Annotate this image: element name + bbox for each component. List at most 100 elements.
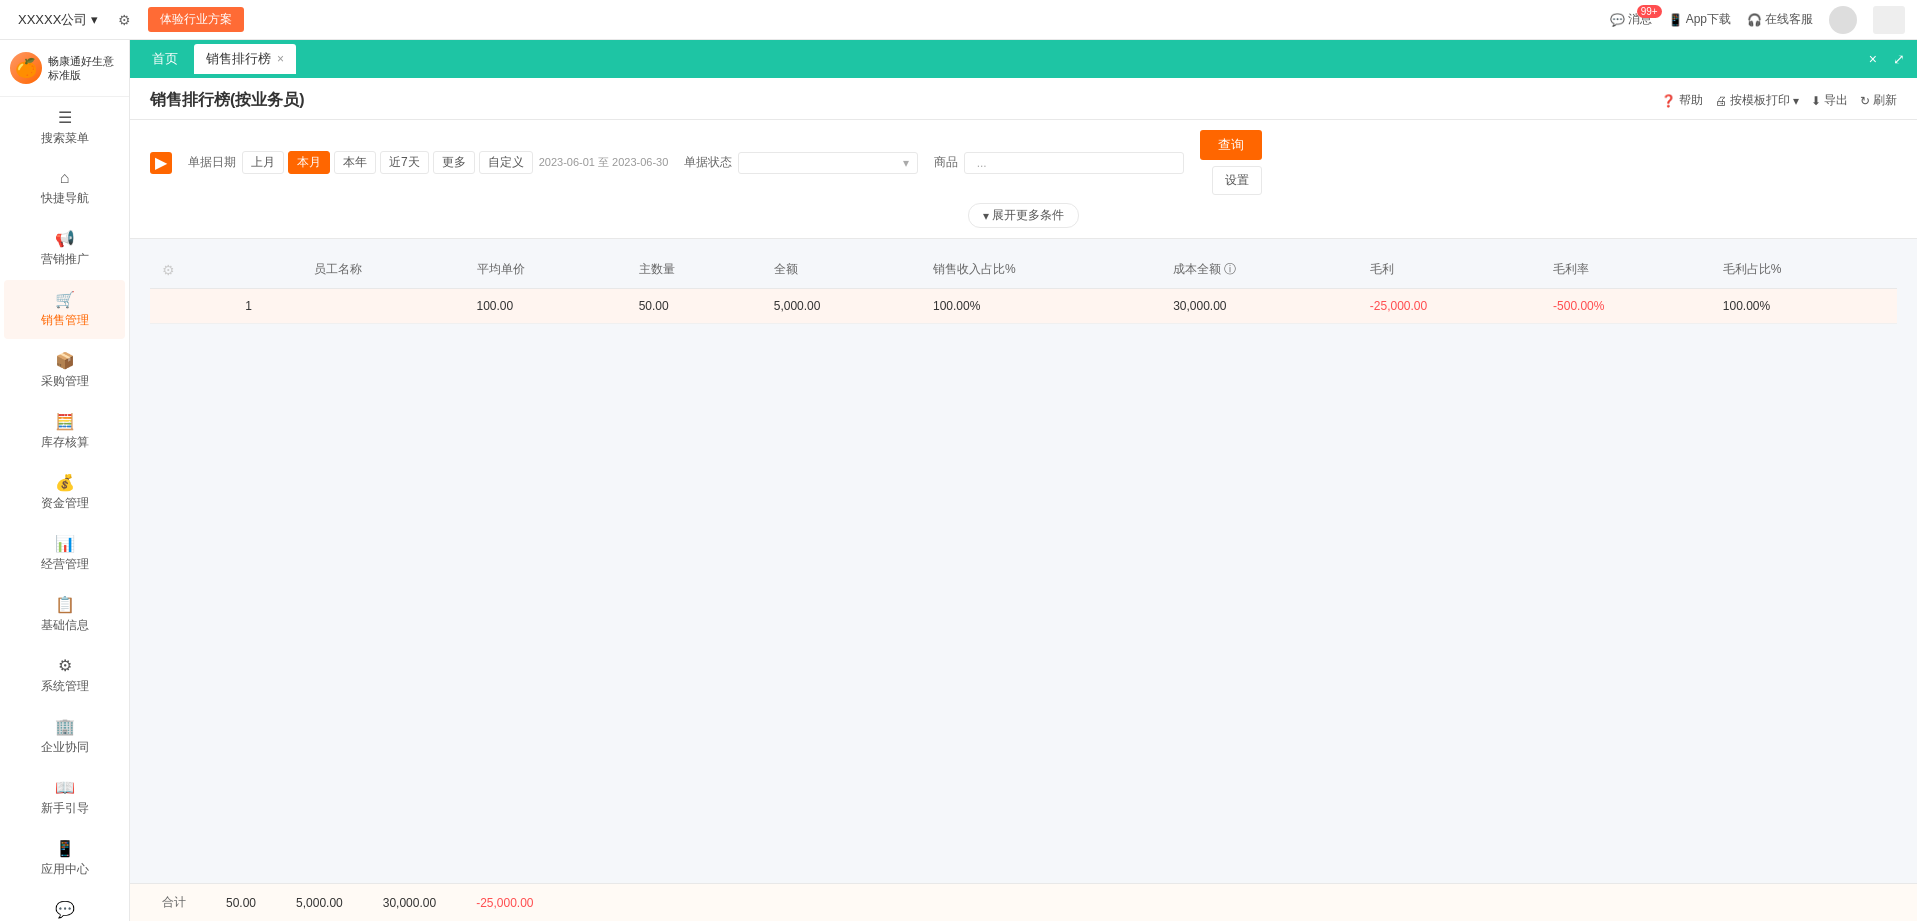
window-close-icon[interactable]: × (1865, 49, 1881, 69)
tab-close-icon[interactable]: × (277, 52, 284, 66)
app-icon: 📱 (1668, 13, 1683, 27)
company-selector[interactable]: XXXXX公司 ▾ (12, 9, 104, 31)
export-button[interactable]: ⬇ 导出 (1811, 92, 1848, 109)
sidebar-item-label: 快捷导航 (41, 190, 89, 207)
cell-gross: -25,000.00 (1358, 289, 1541, 324)
message-badge: 99+ (1637, 5, 1662, 18)
filter-status-item: 单据状态 ▾ (684, 152, 918, 174)
goods-more-icon[interactable]: ... (977, 156, 987, 170)
page-title: 销售排行榜(按业务员) (150, 90, 305, 111)
search-menu-icon: ☰ (58, 108, 72, 127)
query-area: 查询 设置 (1200, 130, 1262, 195)
top-right-actions: 💬 消息 99+ 📱 App下载 🎧 在线客服 (1610, 6, 1905, 34)
sidebar-item-finance[interactable]: 💰 资金管理 (4, 463, 125, 522)
template-print-button[interactable]: 🖨 按模板打印 ▾ (1715, 92, 1799, 109)
app-download-label: App下载 (1686, 11, 1731, 28)
col-settings[interactable]: ⚙ (150, 251, 233, 289)
sidebar-item-sales[interactable]: 🛒 销售管理 (4, 280, 125, 339)
sidebar-item-shortcuts[interactable]: ⌂ 快捷导航 (4, 159, 125, 217)
date-btn-last-month[interactable]: 上月 (242, 151, 284, 174)
sidebar: 🍊 畅康通好生意 标准版 ☰ 搜索菜单 ⌂ 快捷导航 📢 营销推广 🛒 销售管理… (0, 40, 130, 921)
col-amount: 全额 (762, 251, 921, 289)
expand-conditions-button[interactable]: ▾ 展开更多条件 (968, 203, 1079, 228)
marketing-icon: 📢 (55, 229, 75, 248)
guide-icon: 📖 (55, 778, 75, 797)
avatar[interactable] (1829, 6, 1857, 34)
sidebar-item-apps[interactable]: 📱 应用中心 (4, 829, 125, 888)
sidebar-item-operations[interactable]: 📊 经营管理 (4, 524, 125, 583)
filter-row: ▶ 单据日期 上月 本月 本年 近7天 更多 自定义 2023-06-01 至 … (150, 130, 1897, 195)
sidebar-item-label: 经营管理 (41, 556, 89, 573)
sidebar-item-inventory[interactable]: 🧮 库存核算 (4, 402, 125, 461)
query-button[interactable]: 查询 (1200, 130, 1262, 160)
status-select[interactable]: ▾ (738, 152, 918, 174)
tab-sales-rank[interactable]: 销售排行榜 × (194, 44, 296, 74)
sidebar-item-system[interactable]: ⚙ 系统管理 (4, 646, 125, 705)
window-restore-icon[interactable]: ⤢ (1889, 49, 1909, 69)
goods-select[interactable]: ... (964, 152, 1184, 174)
sidebar-item-label: 销售管理 (41, 312, 89, 329)
cell-amount: 5,000.00 (762, 289, 921, 324)
app-download-button[interactable]: 📱 App下载 (1668, 11, 1731, 28)
sidebar-item-label: 库存核算 (41, 434, 89, 451)
sidebar-item-marketing[interactable]: 📢 营销推广 (4, 219, 125, 278)
tab-home[interactable]: 首页 (138, 44, 192, 74)
sidebar-item-search[interactable]: ☰ 搜索菜单 (4, 98, 125, 157)
sidebar-item-label: 新手引导 (41, 800, 89, 817)
settings-icon[interactable]: ⚙ (112, 8, 136, 32)
template-print-label: 按模板打印 (1730, 92, 1790, 109)
export-label: 导出 (1824, 92, 1848, 109)
print-chevron-icon: ▾ (1793, 94, 1799, 108)
table-wrapper[interactable]: ⚙ 员工名称 平均单价 主数量 全额 销售收入占比% 成本全额 ⓘ 毛利 毛利率… (130, 239, 1917, 883)
sidebar-item-wechat[interactable]: 💬 企业微信 (4, 890, 125, 921)
expand-label: 展开更多条件 (992, 207, 1064, 224)
sidebar-item-guide[interactable]: 📖 新手引导 (4, 768, 125, 827)
refresh-button[interactable]: ↻ 刷新 (1860, 92, 1897, 109)
cell-avg-price: 100.00 (465, 289, 627, 324)
apps-icon: 📱 (55, 839, 75, 858)
sidebar-item-purchase[interactable]: 📦 采购管理 (4, 341, 125, 400)
col-sales-pct: 销售收入占比% (921, 251, 1161, 289)
date-btn-this-year[interactable]: 本年 (334, 151, 376, 174)
settings-button[interactable]: 设置 (1212, 166, 1262, 195)
sidebar-item-label: 资金管理 (41, 495, 89, 512)
table-header: ⚙ 员工名称 平均单价 主数量 全额 销售收入占比% 成本全额 ⓘ 毛利 毛利率… (150, 251, 1897, 289)
cell-gross-pct: 100.00% (1711, 289, 1897, 324)
filter-toggle-icon[interactable]: ▶ (150, 152, 172, 174)
table-body: 1 100.00 50.00 5,000.00 100.00% 30,000.0… (150, 289, 1897, 324)
trial-button[interactable]: 体验行业方案 (148, 7, 244, 32)
enterprise-icon: 🏢 (55, 717, 75, 736)
date-filter-label: 单据日期 (188, 154, 236, 171)
help-button[interactable]: ❓ 帮助 (1661, 92, 1703, 109)
cell-sales-pct: 100.00% (921, 289, 1161, 324)
date-range-buttons: 上月 本月 本年 近7天 更多 自定义 (242, 151, 533, 174)
col-employee: 员工名称 (302, 251, 464, 289)
expand-down-icon: ▾ (983, 209, 989, 223)
sidebar-item-label: 系统管理 (41, 678, 89, 695)
date-btn-custom[interactable]: 自定义 (479, 151, 533, 174)
message-button[interactable]: 💬 消息 99+ (1610, 11, 1652, 28)
user-menu[interactable] (1873, 6, 1905, 34)
date-btn-this-month[interactable]: 本月 (288, 151, 330, 174)
top-bar: XXXXX公司 ▾ ⚙ 体验行业方案 💬 消息 99+ 📱 App下载 🎧 在线… (0, 0, 1917, 40)
cell-gross-rate: -500.00% (1541, 289, 1711, 324)
sidebar-item-label: 应用中心 (41, 861, 89, 878)
purchase-icon: 📦 (55, 351, 75, 370)
sidebar-item-label: 基础信息 (41, 617, 89, 634)
header-actions: ❓ 帮助 🖨 按模板打印 ▾ ⬇ 导出 ↻ 刷新 (1661, 92, 1897, 109)
sidebar-item-basics[interactable]: 📋 基础信息 (4, 585, 125, 644)
filter-date-item: 单据日期 上月 本月 本年 近7天 更多 自定义 2023-06-01 至 20… (188, 151, 668, 174)
main-layout: 🍊 畅康通好生意 标准版 ☰ 搜索菜单 ⌂ 快捷导航 📢 营销推广 🛒 销售管理… (0, 40, 1917, 921)
system-icon: ⚙ (58, 656, 72, 675)
date-btn-more[interactable]: 更多 (433, 151, 475, 174)
content-area: 首页 销售排行榜 × × ⤢ 销售排行榜(按业务员) ❓ 帮助 (130, 40, 1917, 921)
online-service-button[interactable]: 🎧 在线客服 (1747, 11, 1813, 28)
date-btn-last-7days[interactable]: 近7天 (380, 151, 429, 174)
footer-qty-total: 50.00 (226, 896, 256, 910)
cell-settings (150, 289, 233, 324)
help-icon: ❓ (1661, 94, 1676, 108)
table-row: 1 100.00 50.00 5,000.00 100.00% 30,000.0… (150, 289, 1897, 324)
sidebar-item-enterprise[interactable]: 🏢 企业协同 (4, 707, 125, 766)
logo-icon: 🍊 (10, 52, 42, 84)
sidebar-item-label: 采购管理 (41, 373, 89, 390)
